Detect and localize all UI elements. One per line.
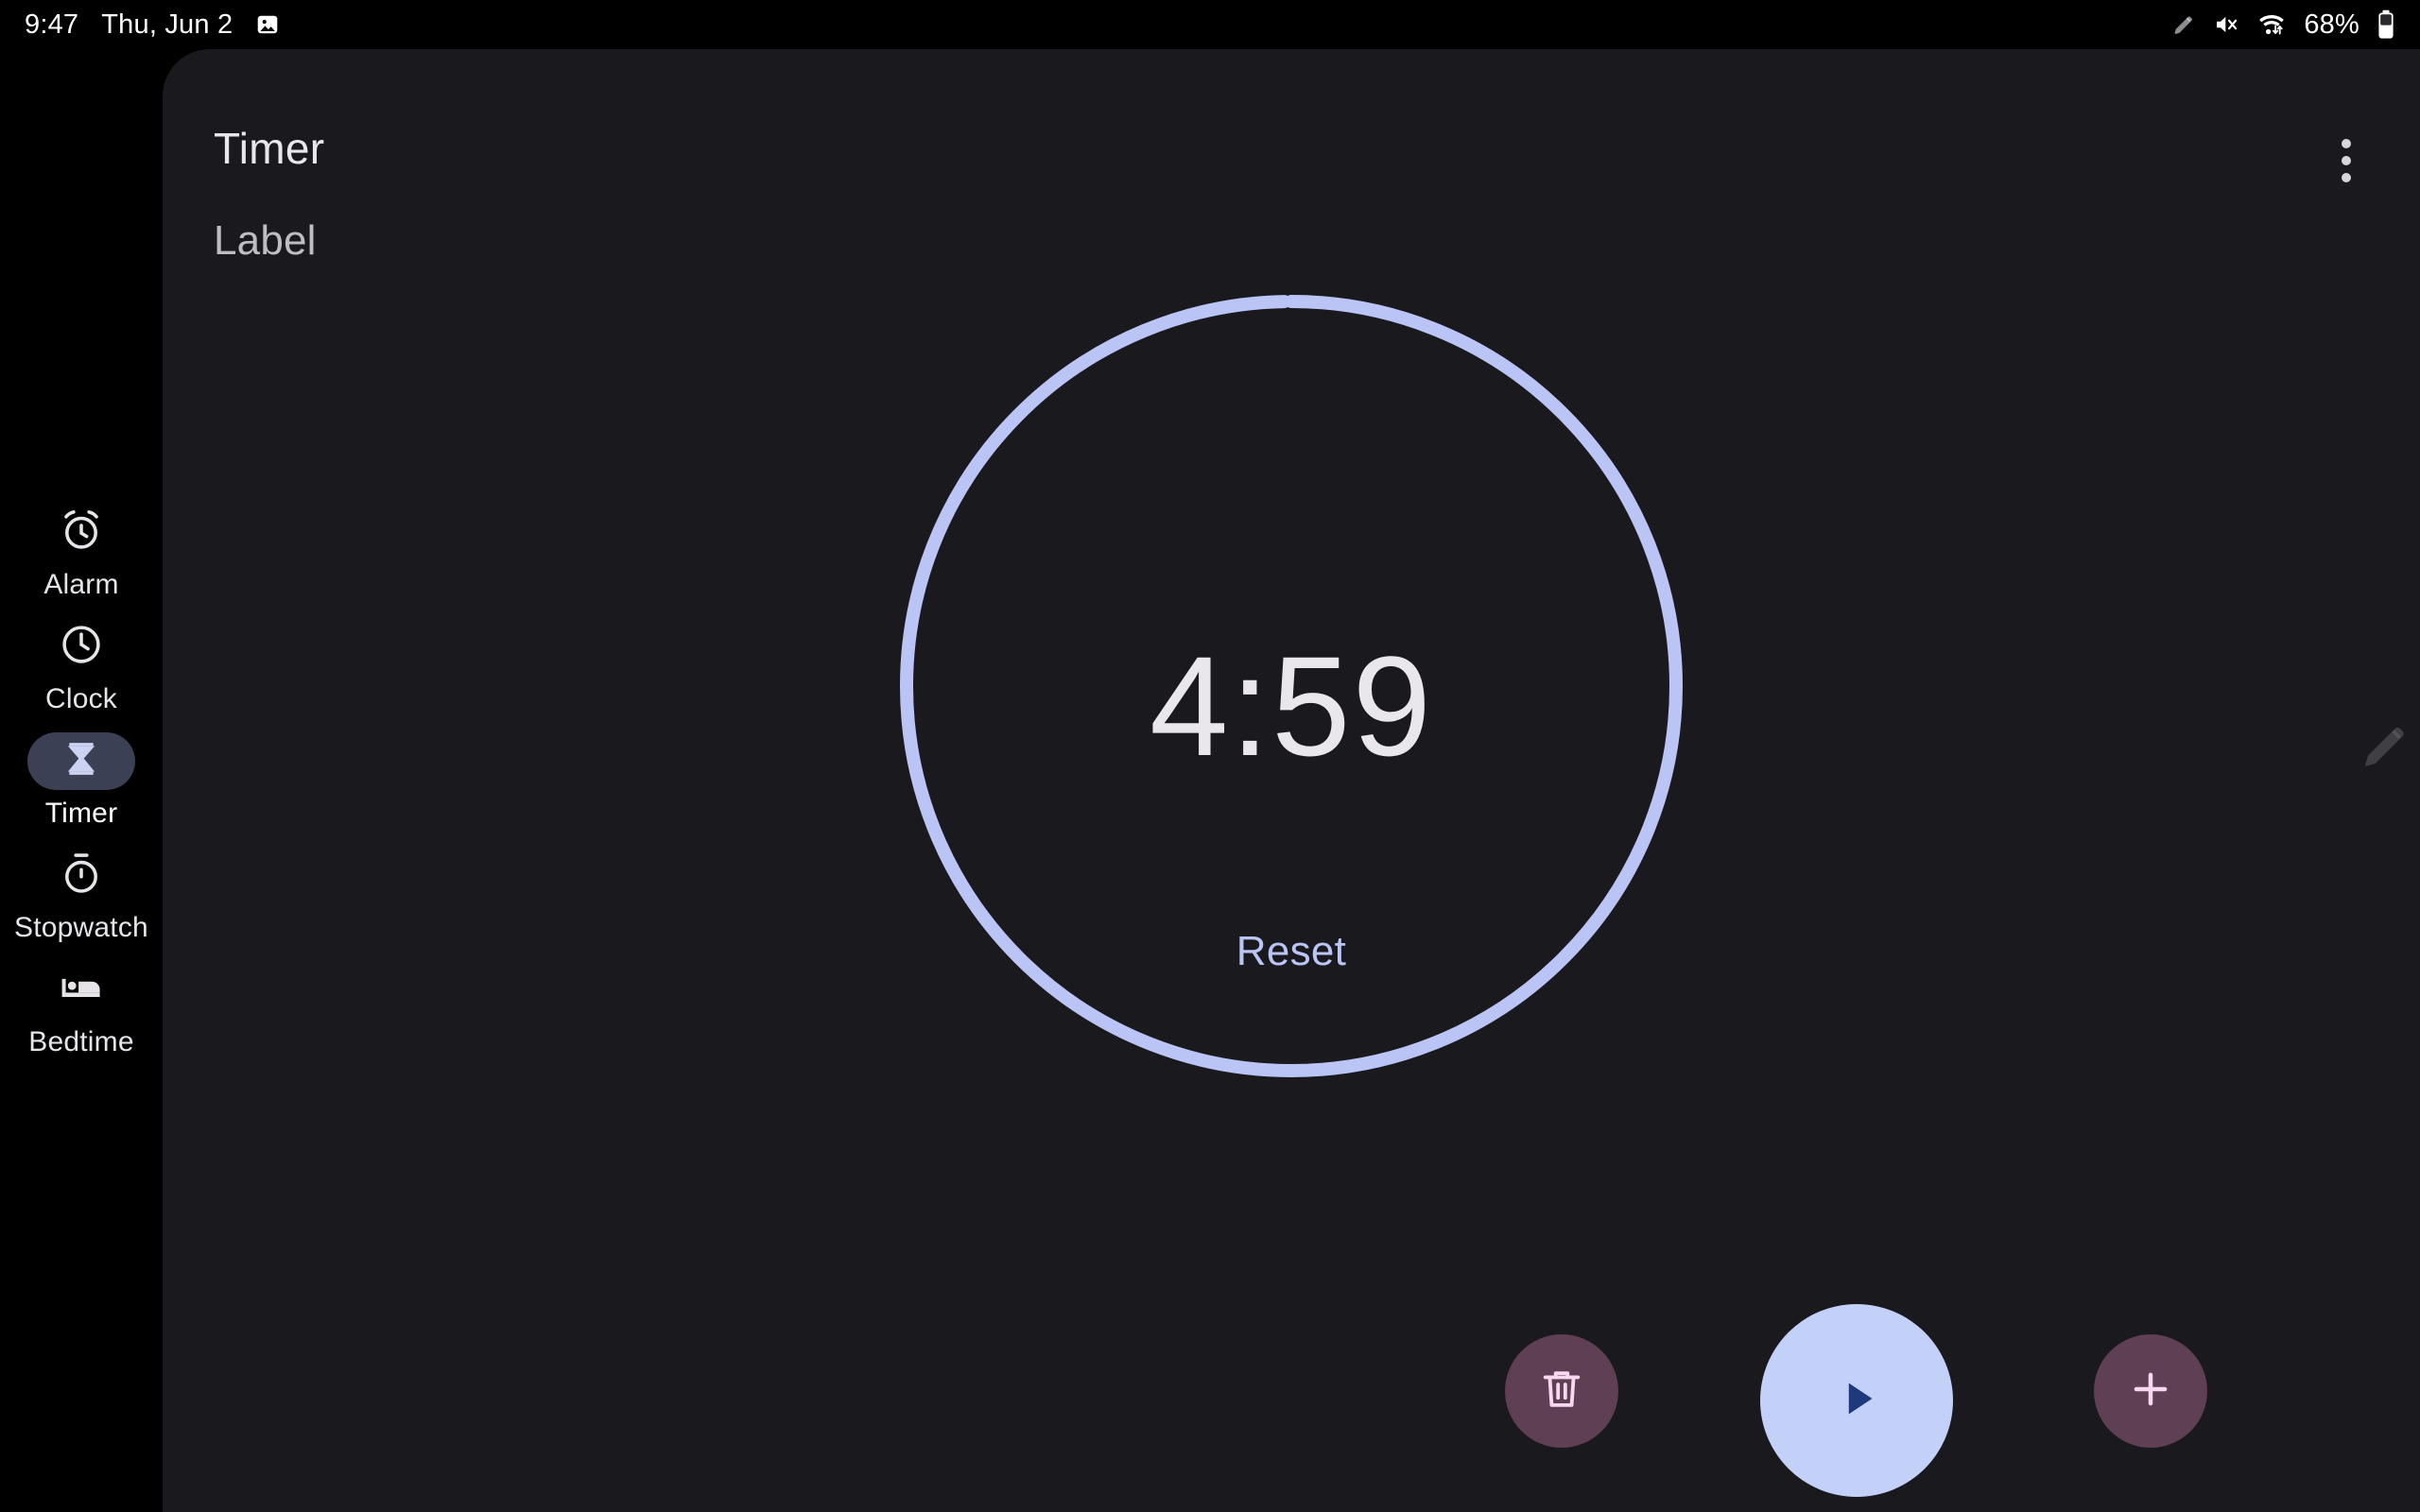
hourglass-icon <box>60 737 103 785</box>
plus-icon <box>2125 1364 2176 1419</box>
status-time: 9:47 <box>25 9 79 40</box>
clock-pill <box>27 618 135 676</box>
stopwatch-pill <box>27 847 135 904</box>
pen-icon <box>2170 12 2196 38</box>
status-bar-right: 68% <box>2170 9 2395 41</box>
sidebar-item-stopwatch[interactable]: Stopwatch <box>0 838 163 953</box>
timer-label-input[interactable]: Label <box>214 217 317 265</box>
sidebar-item-bedtime[interactable]: Bedtime <box>0 953 163 1067</box>
sidebar-item-alarm[interactable]: Alarm <box>0 495 163 610</box>
overflow-dot <box>2342 173 2351 182</box>
sidebar-item-timer[interactable]: Timer <box>0 724 163 838</box>
more-vertical-icon[interactable] <box>2312 127 2380 195</box>
sidebar-item-label: Alarm <box>43 568 119 600</box>
bed-icon <box>58 964 105 1016</box>
image-icon <box>255 12 280 37</box>
bedtime-pill <box>27 961 135 1019</box>
navigation-rail: Alarm Clock Timer Stopwatch Bedtime <box>0 49 163 1512</box>
overflow-dot <box>2342 139 2351 148</box>
page-title: Timer <box>214 124 325 173</box>
sidebar-item-label: Clock <box>44 682 117 714</box>
pen-edit-icon[interactable] <box>2356 718 2412 775</box>
sidebar-item-label: Stopwatch <box>14 911 148 943</box>
stopwatch-icon <box>58 850 105 902</box>
timer-remaining-time: 4:59 <box>1150 627 1433 785</box>
clock-icon <box>58 621 105 673</box>
delete-timer-button[interactable] <box>1505 1334 1618 1448</box>
wifi-icon <box>2256 11 2287 38</box>
sidebar-item-label: Bedtime <box>28 1025 134 1057</box>
battery-icon <box>2377 9 2395 40</box>
timer-pill <box>27 731 135 790</box>
battery-percent: 68% <box>2304 9 2360 40</box>
start-timer-button[interactable] <box>1760 1304 1953 1497</box>
alarm-pill <box>27 504 135 561</box>
reset-button[interactable]: Reset <box>900 928 1683 975</box>
trash-icon <box>1536 1364 1587 1419</box>
screen-root: 9:47 Thu, Jun 2 68% Alarm Clock Timer St… <box>0 0 2420 1512</box>
add-timer-button[interactable] <box>2094 1334 2207 1448</box>
volume-muted-icon <box>2213 11 2239 38</box>
status-bar: 9:47 Thu, Jun 2 68% <box>0 0 2420 49</box>
status-date: Thu, Jun 2 <box>101 9 233 40</box>
play-icon <box>1829 1371 1884 1431</box>
timer-content-panel: Timer Label 4:59 Reset <box>163 49 2420 1512</box>
sidebar-item-clock[interactable]: Clock <box>0 610 163 724</box>
sidebar-item-label: Timer <box>44 797 118 829</box>
alarm-icon <box>58 507 105 558</box>
overflow-dot <box>2342 156 2351 165</box>
status-bar-left: 9:47 Thu, Jun 2 <box>25 9 280 41</box>
